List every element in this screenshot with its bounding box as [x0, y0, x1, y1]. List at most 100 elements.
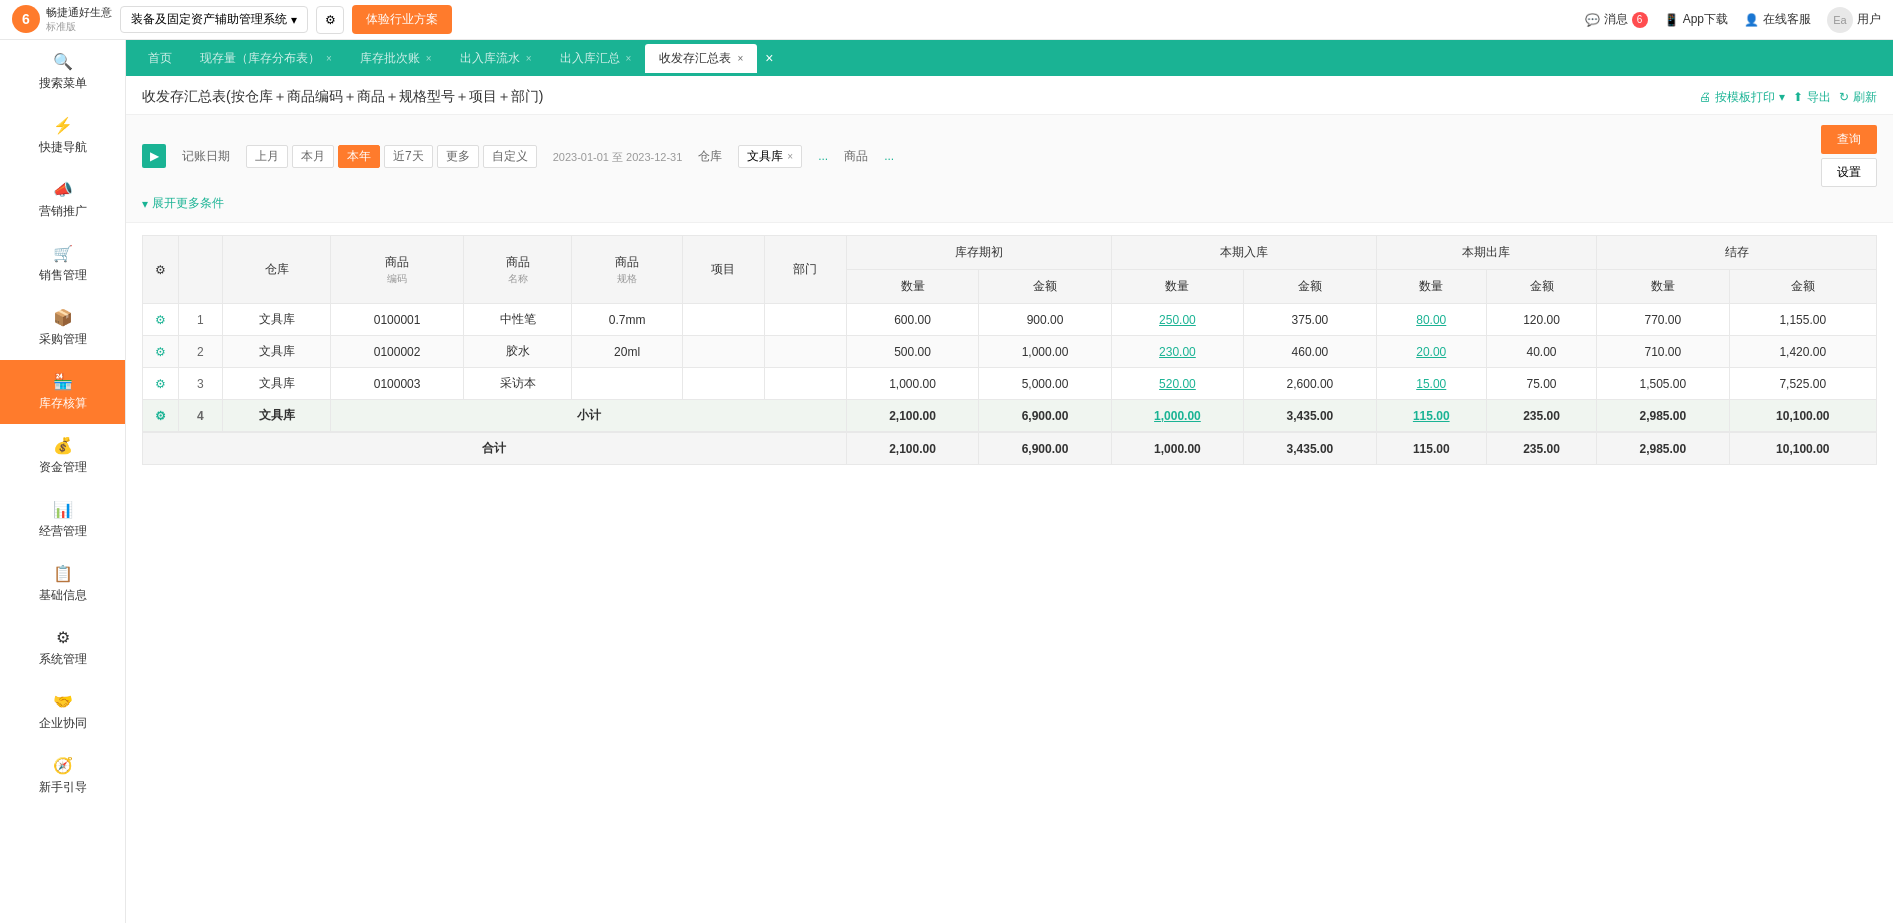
- row-project-2: [682, 368, 764, 400]
- main-table: ⚙ 仓库 商品编码 商品名称 商品规格 项目 部门 库存期初 本期入库 本期出: [142, 235, 1877, 465]
- row-in-amt-0: 375.00: [1244, 304, 1376, 336]
- product-more-dots[interactable]: ...: [884, 149, 894, 163]
- col-header-product-code: 商品编码: [331, 236, 463, 304]
- col-group-in: 本期入库: [1111, 236, 1376, 270]
- export-button[interactable]: ⬆ 导出: [1793, 89, 1831, 106]
- expand-icon: ▾: [142, 197, 148, 211]
- warehouse-tag-close[interactable]: ×: [787, 151, 793, 162]
- user-item[interactable]: Ea 用户: [1827, 7, 1881, 33]
- subtotal-settings[interactable]: ⚙: [143, 400, 179, 433]
- sidebar-item-enterprise[interactable]: 🤝 企业协同: [0, 680, 125, 744]
- guide-icon: 🧭: [53, 756, 73, 775]
- tab-close-all[interactable]: ×: [765, 50, 773, 66]
- tab-batch-ledger-label: 库存批次账: [360, 50, 420, 67]
- row-warehouse-2: 文具库: [222, 368, 331, 400]
- query-button[interactable]: 查询: [1821, 125, 1877, 154]
- subtotal-out-amt: 235.00: [1486, 400, 1596, 433]
- subtotal-opening-qty: 2,100.00: [846, 400, 978, 433]
- system-dropdown[interactable]: 装备及固定资产辅助管理系统 ▾: [120, 6, 308, 33]
- subtotal-out-qty[interactable]: 115.00: [1376, 400, 1486, 433]
- col-balance-qty: 数量: [1597, 270, 1729, 304]
- col-in-amt: 金额: [1244, 270, 1376, 304]
- experience-button[interactable]: 体验行业方案: [352, 5, 452, 34]
- settings-button[interactable]: ⚙: [316, 6, 344, 34]
- sidebar-item-operation[interactable]: 📊 经营管理: [0, 488, 125, 552]
- date-btn-7days[interactable]: 近7天: [384, 145, 433, 168]
- tab-close-inventory-distribution[interactable]: ×: [326, 53, 332, 64]
- sidebar-label-purchase: 采购管理: [39, 331, 87, 348]
- tab-receive-send[interactable]: 收发存汇总表 ×: [645, 44, 757, 73]
- col-group-opening: 库存期初: [846, 236, 1111, 270]
- online-service-item[interactable]: 👤 在线客服: [1744, 11, 1811, 28]
- row-opening-qty-2: 1,000.00: [846, 368, 978, 400]
- row-balance-qty-1: 710.00: [1597, 336, 1729, 368]
- subtotal-in-amt: 3,435.00: [1244, 400, 1376, 433]
- row-out-qty-0[interactable]: 80.00: [1376, 304, 1486, 336]
- row-in-qty-2[interactable]: 520.00: [1111, 368, 1243, 400]
- subtotal-in-qty[interactable]: 1,000.00: [1111, 400, 1243, 433]
- sidebar-item-basic[interactable]: 📋 基础信息: [0, 552, 125, 616]
- row-out-qty-1[interactable]: 20.00: [1376, 336, 1486, 368]
- tab-close-flow[interactable]: ×: [526, 53, 532, 64]
- date-btn-custom[interactable]: 自定义: [483, 145, 537, 168]
- row-out-amt-2: 75.00: [1486, 368, 1596, 400]
- date-btn-more[interactable]: 更多: [437, 145, 479, 168]
- date-range-display: 2023-01-01 至 2023-12-31: [553, 150, 683, 165]
- date-btn-last-month[interactable]: 上月: [246, 145, 288, 168]
- row-balance-qty-0: 770.00: [1597, 304, 1729, 336]
- warehouse-more-dots[interactable]: ...: [818, 149, 828, 163]
- sidebar-item-system[interactable]: ⚙ 系统管理: [0, 616, 125, 680]
- print-label: 按模板打印: [1715, 89, 1775, 106]
- row-out-qty-2[interactable]: 15.00: [1376, 368, 1486, 400]
- sidebar-item-inventory[interactable]: 🏪 库存核算: [0, 360, 125, 424]
- filter-expand-button[interactable]: ▶: [142, 144, 166, 168]
- col-header-product-name: 商品名称: [463, 236, 572, 304]
- sidebar-item-search[interactable]: 🔍 搜索菜单: [0, 40, 125, 104]
- date-group: 上月 本月 本年 近7天 更多 自定义: [246, 145, 537, 168]
- tab-close-batch-ledger[interactable]: ×: [426, 53, 432, 64]
- date-btn-this-year[interactable]: 本年: [338, 145, 380, 168]
- export-icon: ⬆: [1793, 90, 1803, 104]
- sidebar-item-guide[interactable]: 🧭 新手引导: [0, 744, 125, 808]
- col-in-qty: 数量: [1111, 270, 1243, 304]
- logo-text-area: 畅捷通好生意 标准版: [46, 5, 112, 33]
- tab-flow[interactable]: 出入库流水 ×: [446, 44, 546, 73]
- sidebar-item-quick[interactable]: ⚡ 快捷导航: [0, 104, 125, 168]
- row-product-name-2: 采访本: [463, 368, 572, 400]
- row-settings-2[interactable]: ⚙: [143, 368, 179, 400]
- row-in-qty-1[interactable]: 230.00: [1111, 336, 1243, 368]
- tab-batch-ledger[interactable]: 库存批次账 ×: [346, 44, 446, 73]
- row-department-0: [764, 304, 846, 336]
- sidebar-item-sales[interactable]: 🛒 销售管理: [0, 232, 125, 296]
- expand-label: 展开更多条件: [152, 195, 224, 212]
- tab-home[interactable]: 首页: [134, 44, 186, 73]
- sidebar-item-finance[interactable]: 💰 资金管理: [0, 424, 125, 488]
- expand-conditions[interactable]: ▾ 展开更多条件: [142, 195, 1877, 212]
- top-bar-right: 💬 消息 6 📱 App下载 👤 在线客服 Ea 用户: [1585, 7, 1881, 33]
- service-icon: 👤: [1744, 13, 1759, 27]
- row-num-1: 2: [179, 336, 223, 368]
- marketing-icon: 📣: [53, 180, 73, 199]
- sidebar-label-finance: 资金管理: [39, 459, 87, 476]
- sidebar-label-marketing: 营销推广: [39, 203, 87, 220]
- row-settings-1[interactable]: ⚙: [143, 336, 179, 368]
- tab-close-receive-send[interactable]: ×: [737, 53, 743, 64]
- row-in-qty-0[interactable]: 250.00: [1111, 304, 1243, 336]
- sidebar-item-purchase[interactable]: 📦 采购管理: [0, 296, 125, 360]
- logo-sub: 标准版: [46, 20, 112, 34]
- app-download-item[interactable]: 📱 App下载: [1664, 11, 1728, 28]
- tab-summary[interactable]: 出入库汇总 ×: [546, 44, 646, 73]
- settings-small-button[interactable]: 设置: [1821, 158, 1877, 187]
- date-btn-this-month[interactable]: 本月: [292, 145, 334, 168]
- row-project-0: [682, 304, 764, 336]
- row-product-spec-1: 20ml: [572, 336, 682, 368]
- system-name: 装备及固定资产辅助管理系统: [131, 11, 287, 28]
- refresh-button[interactable]: ↻ 刷新: [1839, 89, 1877, 106]
- total-in-amt: 3,435.00: [1244, 432, 1376, 465]
- message-item[interactable]: 💬 消息 6: [1585, 11, 1648, 28]
- row-settings-0[interactable]: ⚙: [143, 304, 179, 336]
- print-button[interactable]: 🖨 按模板打印 ▾: [1699, 89, 1785, 106]
- tab-inventory-distribution[interactable]: 现存量（库存分布表） ×: [186, 44, 346, 73]
- sidebar-item-marketing[interactable]: 📣 营销推广: [0, 168, 125, 232]
- tab-close-summary[interactable]: ×: [626, 53, 632, 64]
